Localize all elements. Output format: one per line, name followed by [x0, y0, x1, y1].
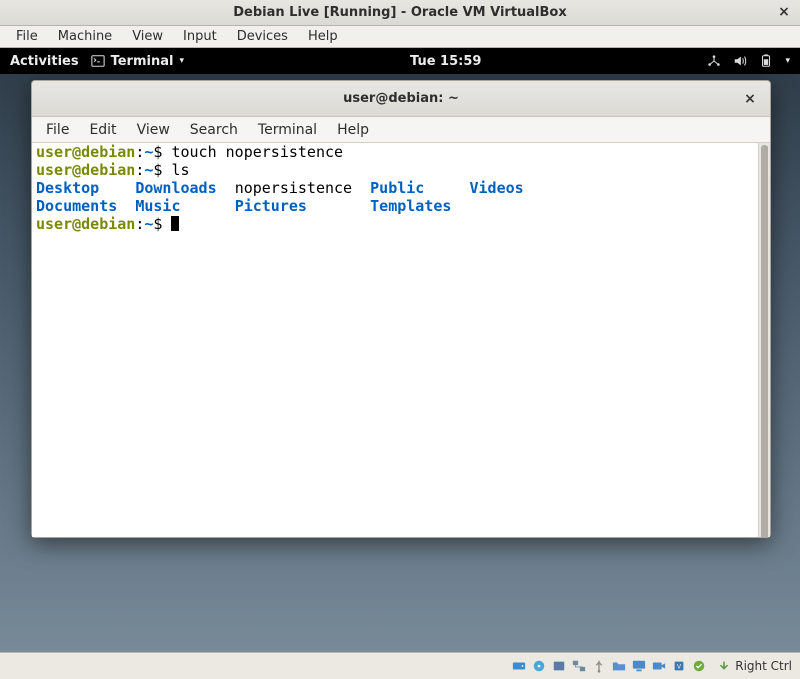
host-key-label: Right Ctrl: [735, 659, 792, 673]
prompt-user: user: [36, 215, 72, 233]
activities-button[interactable]: Activities: [10, 54, 79, 69]
optical-icon[interactable]: [531, 658, 547, 674]
clock-label[interactable]: Tue 15:59: [410, 54, 481, 69]
terminal-menu-view[interactable]: View: [127, 119, 180, 141]
vbox-menu-help[interactable]: Help: [298, 27, 348, 46]
scrollbar-thumb[interactable]: [761, 145, 768, 537]
cpu-icon[interactable]: V: [671, 658, 687, 674]
audio-icon[interactable]: [551, 658, 567, 674]
arrow-down-icon: [717, 659, 731, 673]
prompt-host: debian: [81, 161, 135, 179]
cursor: [171, 216, 179, 231]
cmd-line-1: touch nopersistence: [171, 143, 343, 161]
terminal-menu-help[interactable]: Help: [327, 119, 379, 141]
terminal-window: user@debian: ~ × File Edit View Search T…: [31, 80, 771, 538]
hdd-icon[interactable]: [511, 658, 527, 674]
prompt-sym: $: [153, 161, 171, 179]
terminal-title: user@debian: ~: [343, 91, 459, 106]
chevron-down-icon: ▾: [785, 56, 790, 66]
ls-item: Music: [135, 197, 180, 215]
vbox-menu-file[interactable]: File: [6, 27, 48, 46]
shared-folder-icon[interactable]: [611, 658, 627, 674]
cmd-line-2: ls: [171, 161, 189, 179]
vbox-menu-machine[interactable]: Machine: [48, 27, 122, 46]
vbox-menu-devices[interactable]: Devices: [227, 27, 298, 46]
prompt-sym: $: [153, 215, 171, 233]
system-status-area[interactable]: ▾: [707, 54, 790, 68]
ls-item: Public: [370, 179, 424, 197]
vbox-statusbar: V Right Ctrl: [0, 652, 800, 679]
vbox-close-button[interactable]: ×: [776, 4, 792, 20]
ls-item: Downloads: [135, 179, 216, 197]
vbox-title: Debian Live [Running] - Oracle VM Virtua…: [233, 5, 567, 20]
ls-item: Documents: [36, 197, 117, 215]
terminal-body[interactable]: user@debian:~$ touch nopersistence user@…: [32, 143, 770, 537]
terminal-menu-edit[interactable]: Edit: [79, 119, 126, 141]
terminal-app-icon: [91, 54, 105, 68]
guest-desktop: Activities Terminal ▾ Tue 15:59 ▾: [0, 48, 800, 652]
prompt-host: debian: [81, 143, 135, 161]
vbox-menu-view[interactable]: View: [122, 27, 173, 46]
ls-item: Videos: [470, 179, 524, 197]
gnome-topbar: Activities Terminal ▾ Tue 15:59 ▾: [0, 48, 800, 74]
prompt-sym: $: [153, 143, 171, 161]
vbox-menu-input[interactable]: Input: [173, 27, 227, 46]
display-icon[interactable]: [631, 658, 647, 674]
terminal-scrollbar[interactable]: [758, 143, 770, 537]
battery-icon: [759, 54, 773, 68]
network-status-icon[interactable]: [571, 658, 587, 674]
terminal-content[interactable]: user@debian:~$ touch nopersistence user@…: [32, 143, 770, 233]
recording-icon[interactable]: [651, 658, 667, 674]
mouse-integration-icon[interactable]: [691, 658, 707, 674]
ls-item: nopersistence: [235, 179, 352, 197]
usb-icon[interactable]: [591, 658, 607, 674]
terminal-menu-terminal[interactable]: Terminal: [248, 119, 327, 141]
ls-item: Pictures: [235, 197, 307, 215]
ls-item: Templates: [370, 197, 451, 215]
volume-icon: [733, 54, 747, 68]
terminal-menubar: File Edit View Search Terminal Help: [32, 117, 770, 143]
ls-item: Desktop: [36, 179, 99, 197]
prompt-user: user: [36, 161, 72, 179]
terminal-menu-search[interactable]: Search: [180, 119, 248, 141]
terminal-close-button[interactable]: ×: [740, 89, 760, 109]
app-menu-label: Terminal: [111, 54, 174, 69]
prompt-user: user: [36, 143, 72, 161]
prompt-host: debian: [81, 215, 135, 233]
terminal-titlebar[interactable]: user@debian: ~ ×: [32, 81, 770, 117]
host-key-indicator[interactable]: Right Ctrl: [717, 659, 792, 673]
network-icon: [707, 54, 721, 68]
terminal-menu-file[interactable]: File: [36, 119, 79, 141]
vbox-titlebar[interactable]: Debian Live [Running] - Oracle VM Virtua…: [0, 0, 800, 26]
vbox-menubar: File Machine View Input Devices Help: [0, 26, 800, 48]
prompt-at: @: [72, 143, 81, 161]
app-menu-button[interactable]: Terminal ▾: [91, 54, 184, 69]
prompt-at: @: [72, 161, 81, 179]
prompt-at: @: [72, 215, 81, 233]
